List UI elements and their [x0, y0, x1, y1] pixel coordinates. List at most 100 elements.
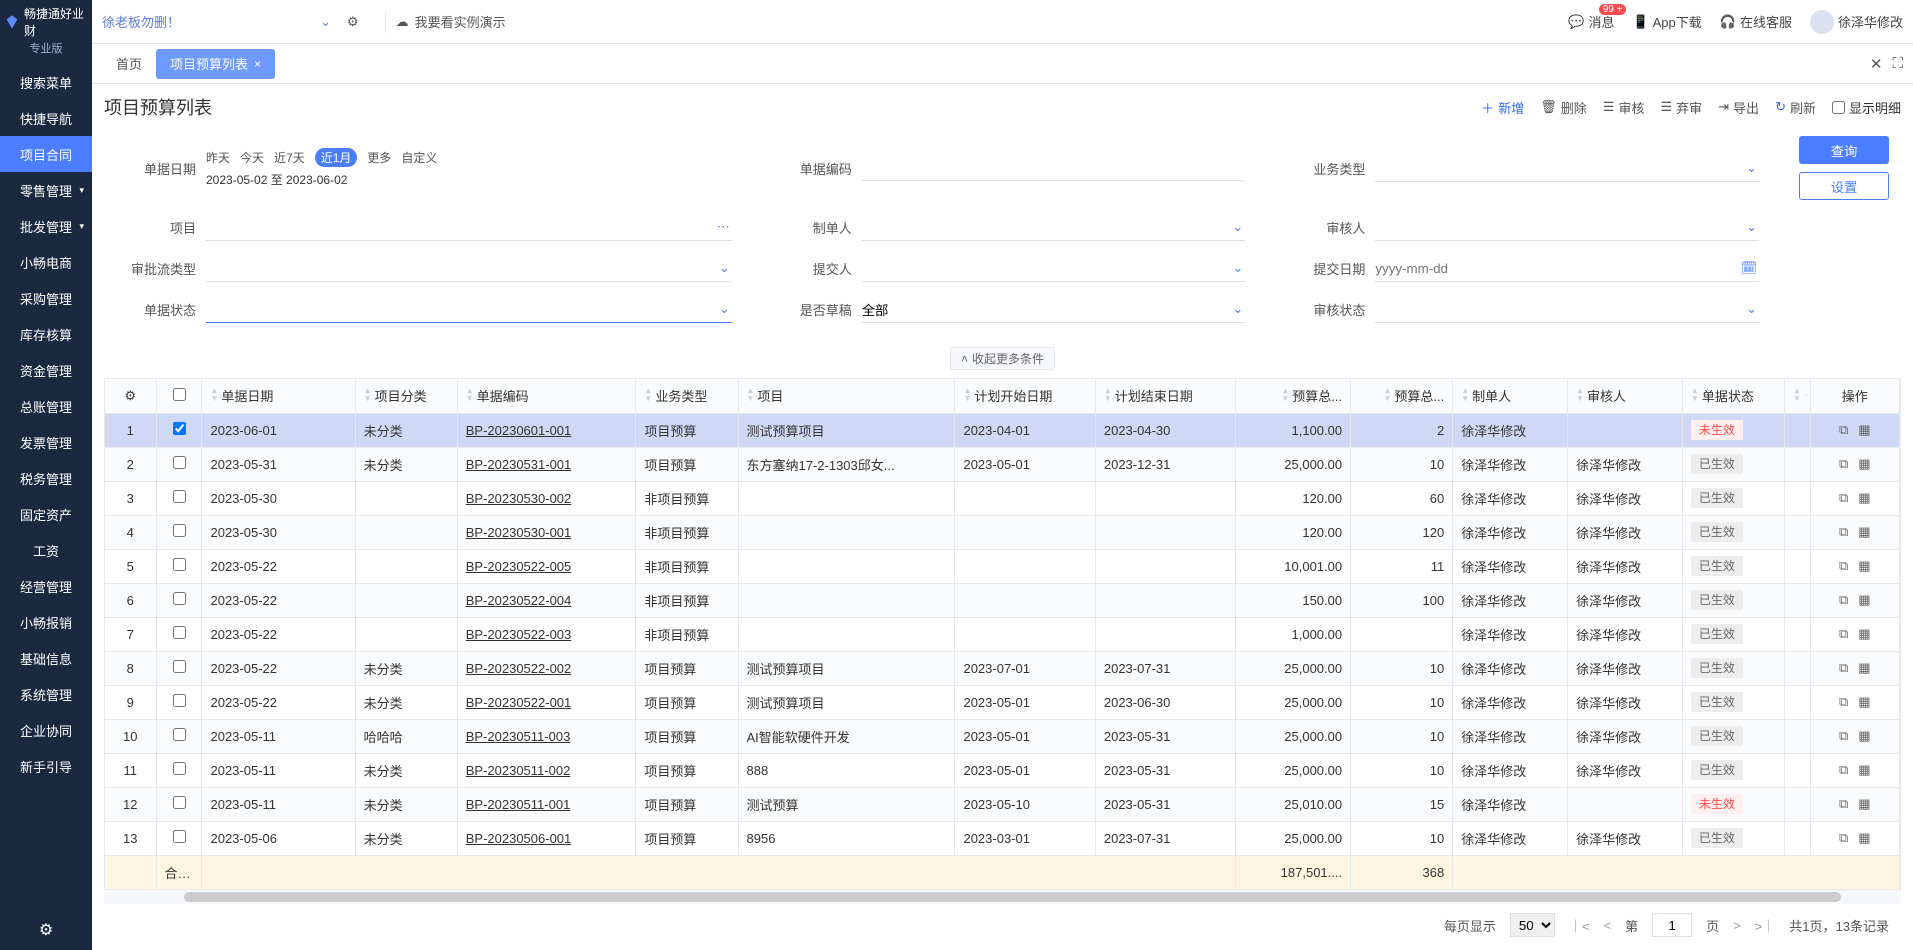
table-row[interactable]: 3 2023-05-30 BP-20230530-002 非项目预算 120.0…	[105, 481, 1900, 515]
table-row[interactable]: 8 2023-05-22 未分类 BP-20230522-002 项目预算 测试…	[105, 651, 1900, 685]
auditor-input[interactable]	[1375, 214, 1746, 240]
bill-no-link[interactable]: BP-20230511-002	[466, 763, 571, 778]
more-icon[interactable]: ⋯	[717, 219, 730, 235]
view-icon[interactable]: ⧉	[1839, 558, 1848, 574]
sidebar-item-9[interactable]: 总账管理	[0, 388, 92, 424]
chevron-down-icon[interactable]: ⌄	[719, 260, 730, 276]
row-checkbox[interactable]	[173, 830, 186, 843]
project-input[interactable]	[206, 214, 717, 240]
grid-icon[interactable]: ▦	[1858, 796, 1870, 812]
last-page-icon[interactable]: >｜	[1755, 916, 1776, 935]
first-page-icon[interactable]: ｜<	[1569, 916, 1590, 935]
page-number-input[interactable]	[1652, 913, 1692, 937]
grid-icon[interactable]: ▦	[1858, 694, 1870, 710]
col-auditor[interactable]: ▲▼审核人	[1568, 379, 1683, 413]
message-button[interactable]: 💬 消息 99 +	[1568, 12, 1614, 31]
select-all-checkbox[interactable]	[173, 388, 186, 401]
sidebar-item-7[interactable]: 库存核算	[0, 316, 92, 352]
row-checkbox[interactable]	[173, 762, 186, 775]
bill-no-link[interactable]: BP-20230530-001	[466, 525, 572, 540]
row-checkbox[interactable]	[173, 456, 186, 469]
sidebar-item-13[interactable]: 工资	[0, 532, 92, 568]
table-row[interactable]: 7 2023-05-22 BP-20230522-003 非项目预算 1,000…	[105, 617, 1900, 651]
date-opt-yesterday[interactable]: 昨天	[206, 149, 230, 166]
col-budget-2[interactable]: ▲▼预算总...	[1351, 379, 1453, 413]
col-maker[interactable]: ▲▼制单人	[1453, 379, 1568, 413]
calendar-icon[interactable]: 🗓	[1741, 260, 1758, 276]
table-row[interactable]: 9 2023-05-22 未分类 BP-20230522-001 项目预算 测试…	[105, 685, 1900, 719]
grid-icon[interactable]: ▦	[1858, 422, 1870, 438]
table-row[interactable]: 13 2023-05-06 未分类 BP-20230506-001 项目预算 8…	[105, 821, 1900, 855]
horizontal-scrollbar[interactable]	[104, 890, 1901, 904]
user-menu[interactable]: 徐泽华修改	[1810, 10, 1903, 34]
bill-no-link[interactable]: BP-20230511-003	[466, 729, 571, 744]
bill-no-link[interactable]: BP-20230506-001	[466, 831, 572, 846]
grid-icon[interactable]: ▦	[1858, 558, 1870, 574]
date-opt-more[interactable]: 更多	[367, 149, 391, 166]
view-icon[interactable]: ⧉	[1839, 592, 1848, 608]
export-button[interactable]: ⇥导出	[1718, 98, 1759, 117]
show-detail-toggle[interactable]: 显示明细	[1832, 98, 1901, 117]
prev-page-icon[interactable]: <	[1603, 918, 1611, 933]
chevron-down-icon[interactable]: ⌄	[1746, 160, 1757, 176]
chevron-down-icon[interactable]: ⌄	[1232, 260, 1243, 276]
maker-input[interactable]	[862, 214, 1233, 240]
table-row[interactable]: 6 2023-05-22 BP-20230522-004 非项目预算 150.0…	[105, 583, 1900, 617]
tab-current[interactable]: 项目预算列表 ×	[156, 49, 275, 79]
grid-icon[interactable]: ▦	[1858, 660, 1870, 676]
service-button[interactable]: 🎧 在线客服	[1720, 12, 1792, 31]
download-button[interactable]: 📱 App下载	[1632, 12, 1701, 31]
sidebar-item-15[interactable]: 小畅报销	[0, 604, 92, 640]
sidebar-item-16[interactable]: 基础信息	[0, 640, 92, 676]
row-checkbox[interactable]	[173, 592, 186, 605]
bill-no-link[interactable]: BP-20230601-001	[466, 423, 572, 438]
scrollbar-thumb[interactable]	[184, 892, 1841, 902]
submit-date-input[interactable]	[1375, 255, 1740, 281]
date-opt-week[interactable]: 近7天	[274, 149, 305, 166]
sidebar-item-3[interactable]: 零售管理▾	[0, 172, 92, 208]
grid-icon[interactable]: ▦	[1858, 626, 1870, 642]
grid-icon[interactable]: ▦	[1858, 456, 1870, 472]
view-icon[interactable]: ⧉	[1839, 796, 1848, 812]
bill-no-link[interactable]: BP-20230511-001	[466, 797, 571, 812]
top-gear-icon[interactable]: ⚙	[347, 14, 359, 30]
table-row[interactable]: 1 2023-06-01 未分类 BP-20230601-001 项目预算 测试…	[105, 413, 1900, 447]
grid-icon[interactable]: ▦	[1858, 728, 1870, 744]
sidebar-item-17[interactable]: 系统管理	[0, 676, 92, 712]
view-icon[interactable]: ⧉	[1839, 694, 1848, 710]
sidebar-item-10[interactable]: 发票管理	[0, 424, 92, 460]
chevron-down-icon[interactable]: ⌄	[1746, 219, 1757, 235]
table-row[interactable]: 11 2023-05-11 未分类 BP-20230511-002 项目预算 8…	[105, 753, 1900, 787]
approve-status-input[interactable]	[1375, 296, 1746, 322]
view-icon[interactable]: ⧉	[1839, 456, 1848, 472]
collapse-button[interactable]: ˄ 收起更多条件	[950, 347, 1055, 370]
table-row[interactable]: 10 2023-05-11 哈哈哈 BP-20230511-003 项目预算 A…	[105, 719, 1900, 753]
col-bill-date[interactable]: ▲▼单据日期	[202, 379, 355, 413]
col-status[interactable]: ▲▼单据状态	[1682, 379, 1784, 413]
show-detail-checkbox[interactable]	[1832, 101, 1845, 114]
date-opt-custom[interactable]: 自定义	[401, 149, 437, 166]
sidebar-item-18[interactable]: 企业协同	[0, 712, 92, 748]
view-icon[interactable]: ⧉	[1839, 728, 1848, 744]
refresh-button[interactable]: ↻刷新	[1775, 98, 1816, 117]
row-checkbox[interactable]	[173, 694, 186, 707]
sidebar-item-19[interactable]: 新手引导	[0, 748, 92, 784]
biz-type-input[interactable]	[1375, 155, 1746, 181]
chevron-down-icon[interactable]: ⌄	[1746, 301, 1757, 317]
bill-no-link[interactable]: BP-20230522-005	[466, 559, 572, 574]
sidebar-item-11[interactable]: 税务管理	[0, 460, 92, 496]
grid-icon[interactable]: ▦	[1858, 762, 1870, 778]
view-icon[interactable]: ⧉	[1839, 660, 1848, 676]
bill-no-link[interactable]: BP-20230522-001	[466, 695, 572, 710]
col-project[interactable]: ▲▼项目	[738, 379, 955, 413]
col-plan-end[interactable]: ▲▼计划结束日期	[1095, 379, 1235, 413]
delete-button[interactable]: 🗑删除	[1540, 98, 1587, 117]
sidebar-item-6[interactable]: 采购管理	[0, 280, 92, 316]
grid-icon[interactable]: ▦	[1858, 830, 1870, 846]
submitter-input[interactable]	[862, 255, 1233, 281]
search-button[interactable]: 查询	[1799, 136, 1889, 164]
col-budget-1[interactable]: ▲▼预算总...	[1236, 379, 1351, 413]
sidebar-item-12[interactable]: 固定资产	[0, 496, 92, 532]
bill-no-link[interactable]: BP-20230522-002	[466, 661, 572, 676]
bill-no-link[interactable]: BP-20230522-004	[466, 593, 572, 608]
